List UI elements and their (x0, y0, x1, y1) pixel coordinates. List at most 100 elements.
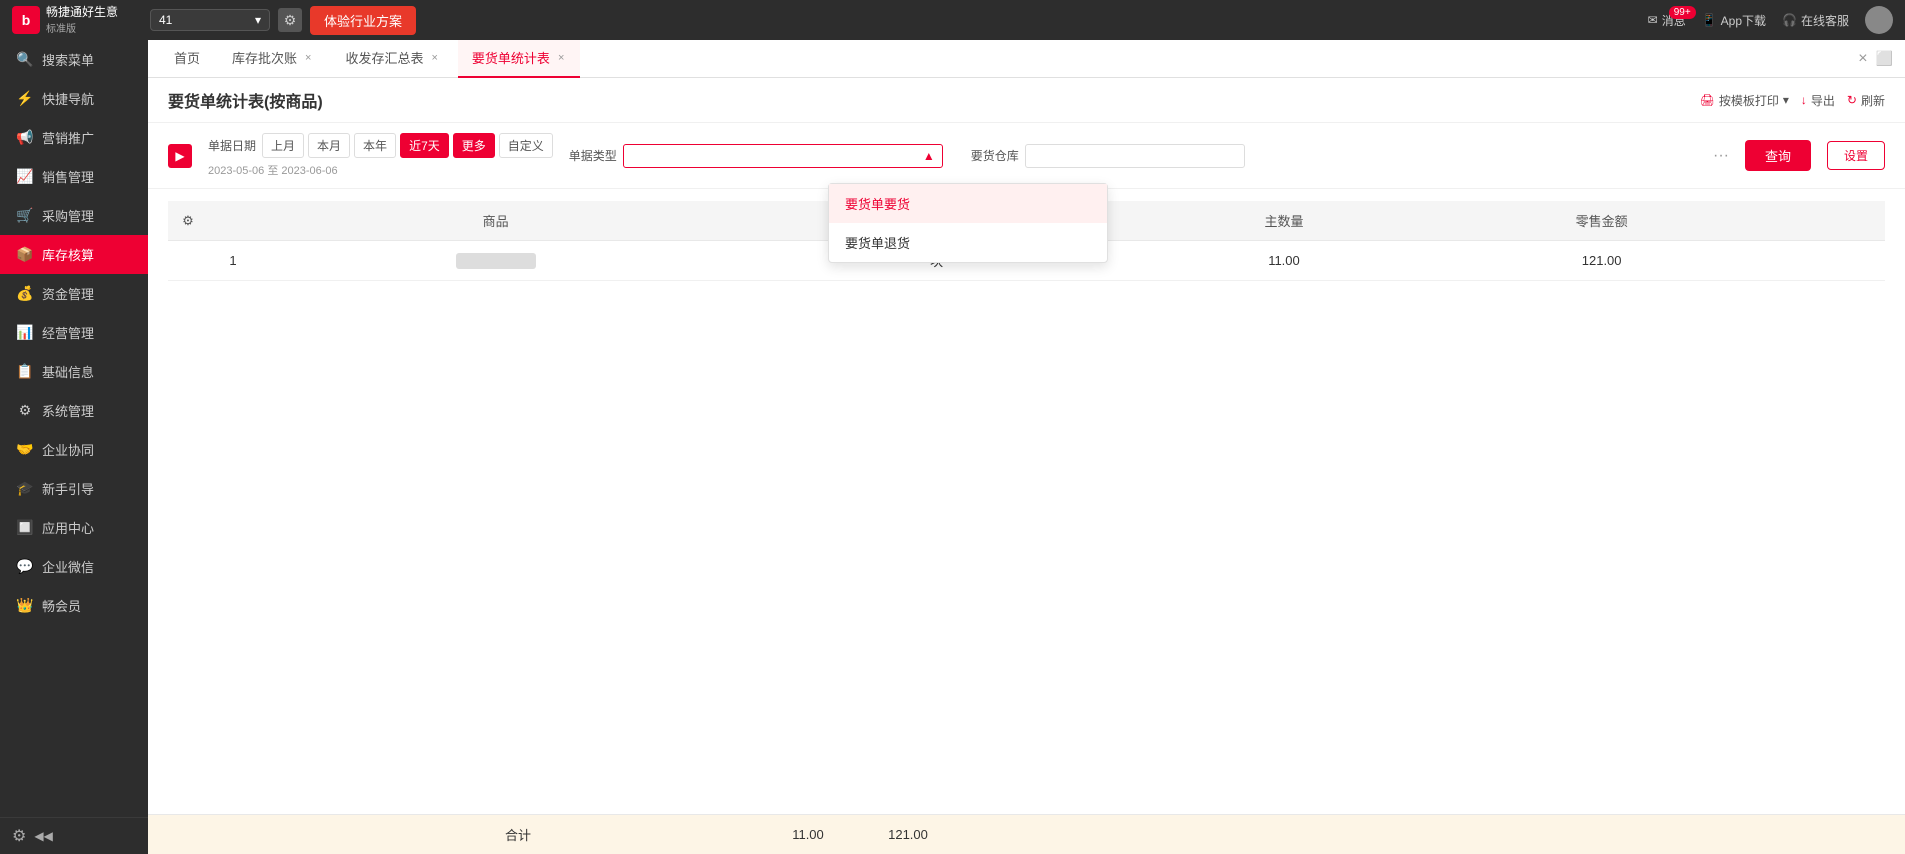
app-download-label: App下载 (1721, 12, 1766, 29)
date-btn-custom[interactable]: 自定义 (499, 133, 553, 158)
filter-type-group: 单据类型 ▲ (569, 144, 943, 168)
page-actions: 🖨 按模板打印 ▾ ↓ 导出 ↻ 刷新 (1700, 92, 1885, 109)
collapse-icon[interactable]: ◀◀ (34, 829, 52, 843)
sidebar-item-10[interactable]: 🤝 企业协同 (0, 430, 148, 469)
refresh-icon: ↻ (1847, 93, 1857, 107)
sidebar: 🔍 搜索菜单 ⚡ 快捷导航 📢 营销推广 📈 销售管理 🛒 采购管理 📦 库存核… (0, 40, 148, 854)
dropdown-item-order-return[interactable]: 要货单退货 (829, 223, 1107, 262)
query-button[interactable]: 查询 (1745, 140, 1811, 171)
warehouse-label: 要货仓库 (971, 147, 1019, 164)
more-filters-icon[interactable]: ··· (1713, 147, 1729, 165)
page-header: 要货单统计表(按商品) 🖨 按模板打印 ▾ ↓ 导出 ↻ (148, 78, 1905, 123)
date-btn-this-month[interactable]: 本月 (308, 133, 350, 158)
online-service-item[interactable]: 🎧 在线客服 (1782, 12, 1849, 29)
sidebar-icon-10: 🤝 (16, 441, 34, 459)
sidebar-item-4[interactable]: 🛒 采购管理 (0, 196, 148, 235)
headset-icon: 🎧 (1782, 13, 1797, 27)
sidebar-label-10: 企业协同 (42, 440, 94, 459)
sidebar-item-9[interactable]: ⚙ 系统管理 (0, 391, 148, 430)
total-amount: 121.00 (858, 827, 958, 842)
sidebar-item-3[interactable]: 📈 销售管理 (0, 157, 148, 196)
sidebar-label-3: 销售管理 (42, 167, 94, 186)
print-label: 按模板打印 (1719, 92, 1779, 109)
sidebar-icon-0: 🔍 (16, 51, 34, 69)
export-icon: ↓ (1801, 93, 1807, 107)
sidebar-item-0[interactable]: 🔍 搜索菜单 (0, 40, 148, 79)
expand-icon[interactable]: ⬜ (1876, 50, 1893, 67)
user-avatar[interactable] (1865, 6, 1893, 34)
export-button[interactable]: ↓ 导出 (1801, 92, 1835, 109)
filter-settings-button[interactable]: 设置 (1827, 141, 1885, 170)
tab-1[interactable]: 库存批次账× (218, 40, 327, 78)
date-range-display: 2023-05-06 至 2023-06-06 (208, 162, 553, 178)
date-btn-more[interactable]: 更多 (453, 133, 495, 158)
type-dropdown: 要货单要货 要货单退货 (828, 183, 1108, 263)
row-extra-0 (1775, 241, 1885, 281)
main-layout: 🔍 搜索菜单 ⚡ 快捷导航 📢 营销推广 📈 销售管理 🛒 采购管理 📦 库存核… (0, 40, 1905, 854)
date-filter-group: 单据日期 上月 本月 本年 近7天 更多 自定义 (208, 133, 553, 158)
row-num-0: 1 (208, 241, 258, 281)
settings-bottom-icon[interactable]: ⚙ (12, 826, 26, 846)
sidebar-item-7[interactable]: 📊 经营管理 (0, 313, 148, 352)
col-extra (1775, 201, 1885, 241)
row-settings-0 (168, 241, 208, 281)
sidebar-icon-6: 💰 (16, 285, 34, 303)
date-btn-last-month[interactable]: 上月 (262, 133, 304, 158)
sidebar-item-14[interactable]: 👑 畅会员 (0, 586, 148, 625)
date-btn-this-year[interactable]: 本年 (354, 133, 396, 158)
sidebar-label-12: 应用中心 (42, 518, 94, 537)
messages-badge: 99+ (1669, 6, 1696, 19)
sidebar-item-12[interactable]: 🔲 应用中心 (0, 508, 148, 547)
date-btn-7days[interactable]: 近7天 (400, 133, 449, 158)
sidebar-icon-8: 📋 (16, 363, 34, 381)
sidebar-label-11: 新手引导 (42, 479, 94, 498)
type-select-input[interactable] (623, 144, 943, 168)
total-label: 合计 (378, 825, 658, 844)
page-content: 要货单统计表(按商品) 🖨 按模板打印 ▾ ↓ 导出 ↻ (148, 78, 1905, 814)
warehouse-select-wrapper (1025, 144, 1245, 168)
filter-expand-button[interactable]: ▶ (168, 144, 192, 168)
sidebar-item-2[interactable]: 📢 营销推广 (0, 118, 148, 157)
sidebar-item-1[interactable]: ⚡ 快捷导航 (0, 79, 148, 118)
tab-3[interactable]: 要货单统计表× (458, 40, 580, 78)
date-buttons: 上月 本月 本年 近7天 更多 自定义 (262, 133, 553, 158)
tab-close-2[interactable]: × (429, 51, 439, 65)
sidebar-item-5[interactable]: 📦 库存核算 (0, 235, 148, 274)
app-download-item[interactable]: 📱 App下载 (1702, 12, 1766, 29)
refresh-button[interactable]: ↻ 刷新 (1847, 92, 1885, 109)
sidebar-label-8: 基础信息 (42, 362, 94, 381)
close-all-icon[interactable]: × (1858, 50, 1867, 68)
sidebar-item-11[interactable]: 🎓 新手引导 (0, 469, 148, 508)
print-button[interactable]: 🖨 按模板打印 ▾ (1700, 92, 1789, 109)
refresh-label: 刷新 (1861, 92, 1885, 109)
top-header: b 畅捷通好生意 标准版 41 ▾ ⚙ 体验行业方案 ✉ 消息 99+ 📱 Ap… (0, 0, 1905, 40)
tab-0[interactable]: 首页 (160, 40, 214, 78)
warehouse-group: 要货仓库 (971, 144, 1245, 168)
warehouse-select-input[interactable] (1025, 144, 1245, 168)
sidebar-item-6[interactable]: 💰 资金管理 (0, 274, 148, 313)
sidebar-label-6: 资金管理 (42, 284, 94, 303)
sidebar-icon-12: 🔲 (16, 519, 34, 537)
sidebar-label-9: 系统管理 (42, 401, 94, 420)
top-right: ✉ 消息 99+ 📱 App下载 🎧 在线客服 (1648, 6, 1893, 34)
settings-icon-top[interactable]: ⚙ (278, 8, 302, 32)
phone-icon: 📱 (1702, 13, 1717, 27)
page-title: 要货单统计表(按商品) (168, 88, 323, 112)
messages-item[interactable]: ✉ 消息 99+ (1648, 12, 1686, 29)
tab-close-1[interactable]: × (303, 51, 313, 65)
trial-button[interactable]: 体验行业方案 (310, 6, 416, 35)
sidebar-item-13[interactable]: 💬 企业微信 (0, 547, 148, 586)
filter-date-group: 单据日期 上月 本月 本年 近7天 更多 自定义 2023-05-06 至 20… (208, 133, 553, 178)
sidebar-item-8[interactable]: 📋 基础信息 (0, 352, 148, 391)
tab-label-2: 收发存汇总表 (345, 48, 423, 67)
dropdown-item-order-goods[interactable]: 要货单要货 (829, 184, 1107, 223)
tab-bar: 首页库存批次账×收发存汇总表×要货单统计表× × ⬜ (148, 40, 1905, 78)
sidebar-icon-1: ⚡ (16, 90, 34, 108)
tab-close-3[interactable]: × (556, 51, 566, 65)
sidebar-icon-3: 📈 (16, 168, 34, 186)
sidebar-label-0: 搜索菜单 (42, 50, 94, 69)
sidebar-icon-4: 🛒 (16, 207, 34, 225)
logo-text-group: 畅捷通好生意 标准版 (46, 5, 118, 34)
tab-2[interactable]: 收发存汇总表 × (331, 40, 453, 78)
store-selector[interactable]: 41 ▾ (150, 9, 270, 31)
